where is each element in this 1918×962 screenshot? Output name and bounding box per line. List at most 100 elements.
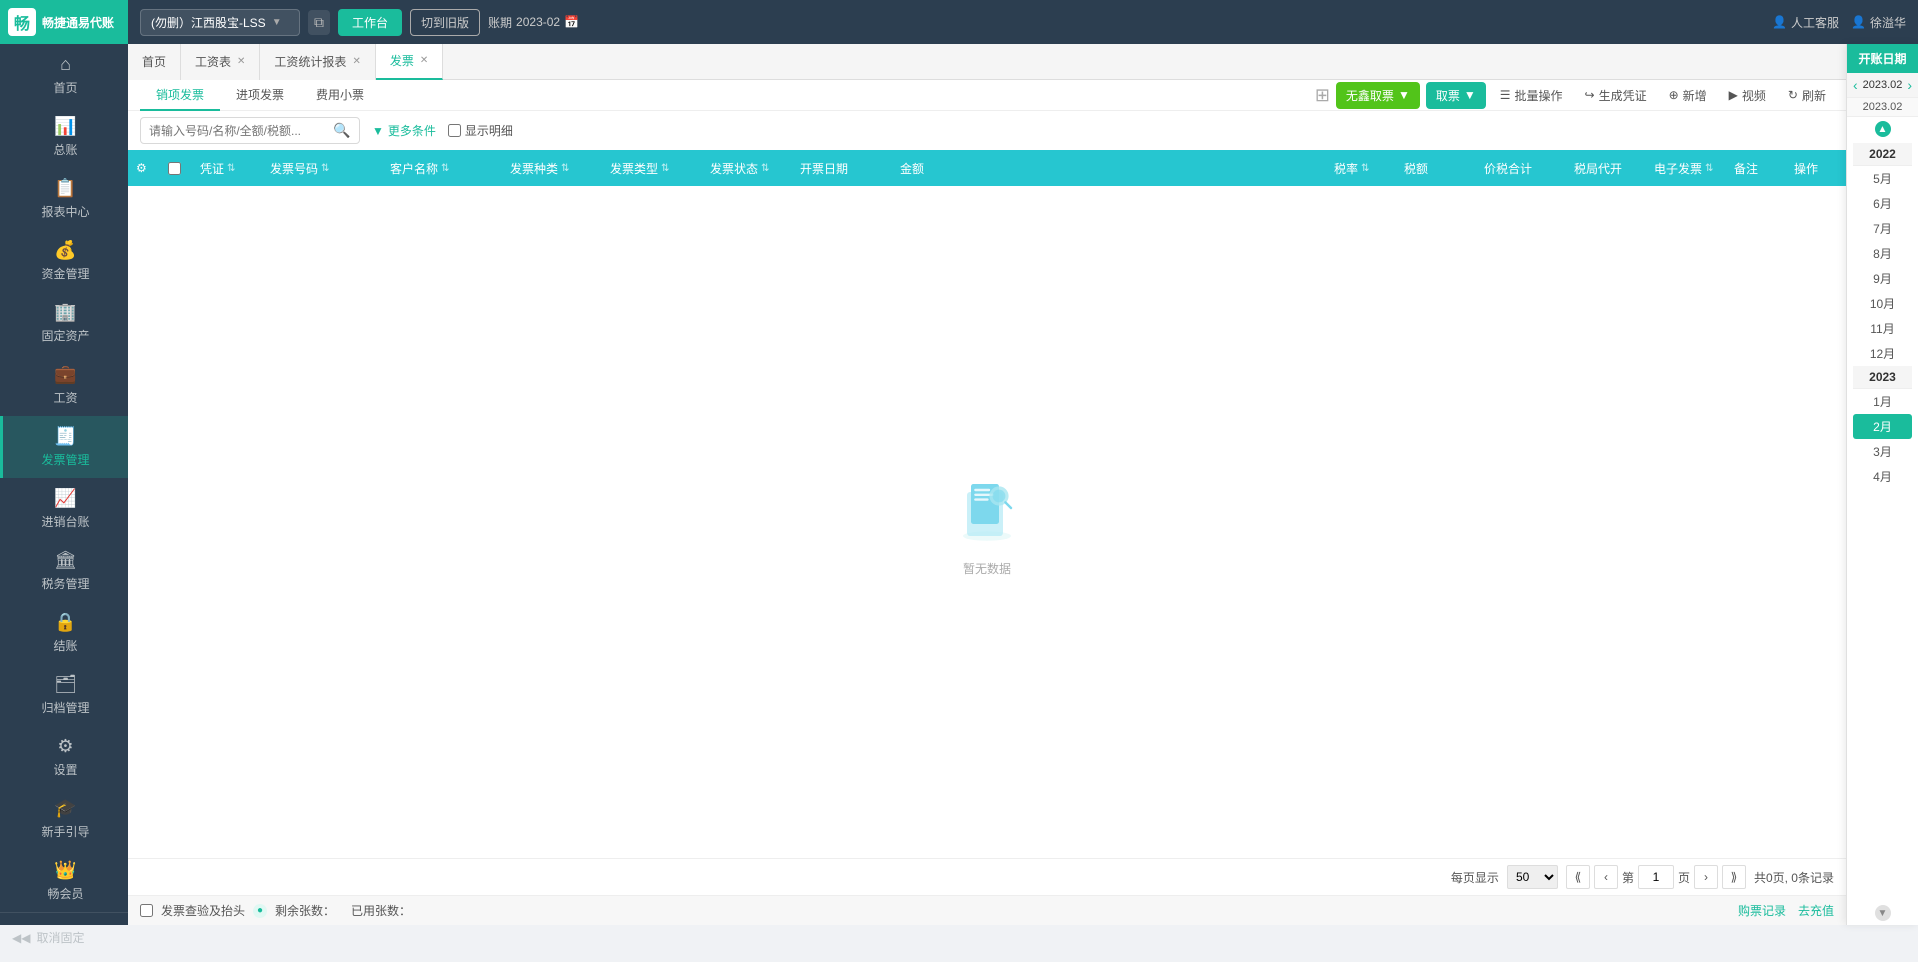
purchase-record-link[interactable]: 购票记录 — [1738, 902, 1786, 919]
th-tax-label: 税额 — [1404, 160, 1428, 177]
home-icon: ⌂ — [60, 54, 71, 75]
grid-view-icon[interactable]: ⊞ — [1315, 85, 1330, 106]
page-number-input[interactable] — [1638, 865, 1674, 889]
sidebar-item-funds[interactable]: 💰 资金管理 — [0, 230, 128, 292]
more-conditions-label: 更多条件 — [388, 122, 436, 139]
th-checkbox[interactable] — [160, 162, 192, 175]
close-icon[interactable]: ✕ — [237, 56, 245, 67]
sidebar-item-member[interactable]: 👑 畅会员 — [0, 850, 128, 912]
sidebar: 畅 畅捷通易代账 ⌂ 首页 📊 总账 📋 报表中心 💰 资金管理 🏢 固定资产 … — [0, 0, 128, 925]
scroll-up-hint[interactable]: ▲ — [1875, 121, 1891, 137]
month-item-1[interactable]: 1月 — [1853, 389, 1912, 414]
close-icon[interactable]: ✕ — [352, 56, 360, 67]
panel-year-display-2: 2023.02 — [1847, 98, 1918, 117]
month-list: 2022 5月 6月 7月 8月 9月 10月 11月 12月 2023 1月 … — [1847, 139, 1918, 903]
show-details-check[interactable] — [448, 124, 461, 137]
month-item-6[interactable]: 6月 — [1853, 191, 1912, 216]
th-amount: 金额 — [892, 160, 1326, 177]
sort-icon: ⇅ — [661, 163, 669, 174]
no-tax-get-label: 无鑫取票 — [1346, 87, 1394, 104]
sort-icon: ⇅ — [1361, 163, 1369, 174]
no-tax-get-button[interactable]: 无鑫取票 ▼ — [1336, 82, 1420, 109]
refresh-button[interactable]: ↻ 刷新 — [1780, 82, 1834, 109]
more-conditions-button[interactable]: ▼ 更多条件 — [372, 122, 436, 139]
month-item-3[interactable]: 3月 — [1853, 439, 1912, 464]
batch-ops-label: 批量操作 — [1515, 87, 1563, 104]
month-item-9[interactable]: 9月 — [1853, 266, 1912, 291]
collapse-icon: ◀◀ — [12, 931, 30, 945]
sidebar-item-home[interactable]: ⌂ 首页 — [0, 44, 128, 106]
sidebar-item-label: 总账 — [53, 141, 77, 158]
company-selector[interactable]: (勿删）江西股宝-LSS ▼ — [140, 9, 300, 36]
month-item-2-active[interactable]: 2月 — [1853, 414, 1912, 439]
month-item-8[interactable]: 8月 — [1853, 241, 1912, 266]
avatar: 👤 — [1851, 15, 1866, 29]
tab-label: 工资统计报表 — [274, 53, 346, 70]
sidebar-item-label: 固定资产 — [41, 327, 89, 344]
tab-payroll-report[interactable]: 工资统计报表 ✕ — [260, 44, 375, 80]
sidebar-item-archive[interactable]: 🗂 归档管理 — [0, 664, 128, 726]
new-button[interactable]: ⊕ 新增 — [1661, 82, 1715, 109]
tab-invoice[interactable]: 发票 ✕ — [376, 44, 443, 80]
month-item-7[interactable]: 7月 — [1853, 216, 1912, 241]
search-input[interactable] — [149, 124, 329, 138]
main-area: (勿删）江西股宝-LSS ▼ ⧉ 工作台 切到旧版 账期 2023-02 📅 👤… — [128, 0, 1918, 925]
prev-page-button[interactable]: ‹ — [1594, 865, 1618, 889]
switch-old-version-button[interactable]: 切到旧版 — [410, 9, 480, 36]
open-period-header[interactable]: 开账日期 — [1847, 44, 1918, 73]
first-page-button[interactable]: ⟪ — [1566, 865, 1590, 889]
period-value: 2023-02 — [516, 15, 560, 29]
month-item-10[interactable]: 10月 — [1853, 291, 1912, 316]
generate-voucher-button[interactable]: ↪ 生成凭证 — [1577, 82, 1655, 109]
month-item-12[interactable]: 12月 — [1853, 341, 1912, 366]
next-page-button[interactable]: › — [1694, 865, 1718, 889]
sidebar-item-guide[interactable]: 🎓 新手引导 — [0, 788, 128, 850]
next-year-button[interactable]: › — [1907, 77, 1912, 93]
invoice-check-checkbox[interactable] — [140, 904, 153, 917]
th-tax: 税额 — [1396, 160, 1476, 177]
sub-tab-sales-invoice[interactable]: 销项发票 — [140, 80, 220, 111]
sidebar-item-settings[interactable]: ⚙ 设置 — [0, 726, 128, 788]
sort-icon: ⇅ — [227, 163, 235, 174]
copy-company-button[interactable]: ⧉ — [308, 10, 330, 35]
sidebar-item-sales-ledger[interactable]: 📈 进销台账 — [0, 478, 128, 540]
show-details-checkbox[interactable]: 显示明细 — [448, 122, 513, 139]
workspace-button[interactable]: 工作台 — [338, 9, 402, 36]
sidebar-item-invoice[interactable]: 🧾 发票管理 — [0, 416, 128, 478]
sidebar-item-fixed-assets[interactable]: 🏢 固定资产 — [0, 292, 128, 354]
support-item[interactable]: 👤 人工客服 — [1772, 14, 1839, 31]
sidebar-item-general-ledger[interactable]: 📊 总账 — [0, 106, 128, 168]
sidebar-item-payroll[interactable]: 💼 工资 — [0, 354, 128, 416]
company-name: (勿删）江西股宝-LSS — [151, 14, 266, 31]
th-tax-code: 税局代开 — [1566, 160, 1646, 177]
sidebar-item-reports[interactable]: 📋 报表中心 — [0, 168, 128, 230]
per-page-select[interactable]: 50 10 20 100 — [1507, 865, 1558, 889]
search-icon[interactable]: 🔍 — [333, 122, 350, 139]
prev-year-button[interactable]: ‹ — [1853, 77, 1858, 93]
close-icon[interactable]: ✕ — [420, 55, 428, 66]
tab-payroll[interactable]: 工资表 ✕ — [181, 44, 260, 80]
month-item-5[interactable]: 5月 — [1853, 166, 1912, 191]
last-page-button[interactable]: ⟫ — [1722, 865, 1746, 889]
sub-tab-expense-receipt[interactable]: 费用小票 — [300, 80, 380, 111]
sidebar-item-label: 进销台账 — [41, 513, 89, 530]
dropdown-arrow-icon: ▼ — [1398, 88, 1410, 102]
sort-icon: ⇅ — [761, 163, 769, 174]
sidebar-item-closing[interactable]: 🔒 结账 — [0, 602, 128, 664]
get-ticket-button[interactable]: 取票 ▼ — [1426, 82, 1486, 109]
select-all-checkbox[interactable] — [168, 162, 181, 175]
sidebar-item-tax[interactable]: 🏛 税务管理 — [0, 540, 128, 602]
user-avatar-item[interactable]: 👤 徐溢华 — [1851, 14, 1906, 31]
recharge-link[interactable]: 去充值 — [1798, 902, 1834, 919]
month-item-11[interactable]: 11月 — [1853, 316, 1912, 341]
month-item-4[interactable]: 4月 — [1853, 464, 1912, 489]
th-settings[interactable]: ⚙ — [128, 161, 160, 175]
period-info: 账期 2023-02 📅 — [488, 14, 579, 31]
new-label: 新增 — [1683, 87, 1707, 104]
scroll-down-hint[interactable]: ▼ — [1875, 905, 1891, 921]
batch-ops-button[interactable]: ☰ 批量操作 — [1492, 82, 1571, 109]
sidebar-collapse-btn[interactable]: ◀◀ 取消固定 — [0, 921, 128, 954]
sub-tab-purchase-invoice[interactable]: 进项发票 — [220, 80, 300, 111]
tab-home[interactable]: 首页 — [128, 44, 181, 80]
video-button[interactable]: ▶ 视频 — [1721, 82, 1774, 109]
